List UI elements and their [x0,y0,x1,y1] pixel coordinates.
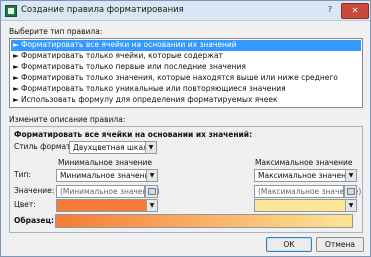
min-value-input[interactable]: (Минимальное значение) [56,185,160,198]
value-label: Значение: [14,186,55,195]
rule-type-item-above-below-average[interactable]: ► Форматировать только значения, которые … [11,73,361,84]
rule-description-label: Измените описание правила: [9,115,126,124]
max-color-picker[interactable]: ▼ [254,199,357,212]
chevron-down-icon: ▼ [345,200,356,211]
ok-button[interactable]: ОК [266,237,312,252]
help-button[interactable]: ? [322,3,338,17]
rule-type-item-label: Форматировать все ячейки на основании их… [21,40,237,49]
chevron-down-icon: ▼ [146,200,157,211]
chevron-down-icon: ▼ [145,142,156,153]
rule-type-item-label: Использовать формулу для определения фор… [21,95,278,104]
max-value-input[interactable]: (Максимальное значение) [254,185,361,198]
arrow-icon: ► [13,62,19,71]
min-color-picker[interactable]: ▼ [56,199,158,212]
rule-type-item-label: Форматировать только уникальные или повт… [21,84,286,93]
max-type-select[interactable]: Максимальное значение ▼ [254,169,357,182]
excel-app-icon [5,5,17,17]
rule-type-item-top-bottom[interactable]: ► Форматировать только первые или последн… [11,62,361,73]
color-label: Цвет: [14,200,36,209]
format-style-value: Двухцветная шкала [73,143,153,152]
rule-type-item-formula[interactable]: ► Использовать формулу для определения фо… [11,95,361,106]
cancel-button[interactable]: Отмена [316,237,364,252]
arrow-icon: ► [13,84,19,93]
format-style-select[interactable]: Двухцветная шкала ▼ [69,141,157,154]
max-type-value: Максимальное значение [258,171,356,180]
rule-type-list[interactable]: ► Форматировать все ячейки на основании и… [9,38,363,108]
rule-type-item-label: Форматировать только ячейки, которые сод… [21,51,223,60]
max-range-picker-icon[interactable] [344,185,357,198]
min-type-select[interactable]: Минимальное значение ▼ [56,169,158,182]
preview-label: Образец: [14,216,55,225]
chevron-down-icon: ▼ [146,170,157,181]
arrow-icon: ► [13,73,19,82]
min-range-picker-icon[interactable] [145,185,158,198]
chevron-down-icon: ▼ [345,170,356,181]
rule-type-item-unique-duplicate[interactable]: ► Форматировать только уникальные или пов… [11,84,361,95]
rule-description-panel: Форматировать все ячейки на основании их… [9,126,363,233]
description-heading: Форматировать все ячейки на основании их… [14,130,253,139]
title-bar: Создание правила форматирования ? ✕ [1,1,370,21]
rule-type-item-label: Форматировать только первые или последни… [21,62,246,71]
arrow-icon: ► [13,40,19,49]
arrow-icon: ► [13,51,19,60]
type-label: Тип: [14,170,31,179]
close-button[interactable]: ✕ [341,3,369,19]
rule-type-item-label: Форматировать только значения, которые н… [21,73,338,82]
color-scale-preview [55,214,353,228]
rule-type-item-contains[interactable]: ► Форматировать только ячейки, которые со… [11,51,361,62]
min-column-header: Минимальное значение [58,158,153,167]
rule-type-label: Выберите тип правила: [9,27,103,36]
min-type-value: Минимальное значение [60,171,155,180]
dialog-title: Создание правила форматирования [21,5,184,15]
max-column-header: Максимальное значение [255,158,353,167]
arrow-icon: ► [13,95,19,104]
dialog-window: Создание правила форматирования ? ✕ Выбе… [0,0,371,257]
rule-type-item-all-cells[interactable]: ► Форматировать все ячейки на основании и… [11,40,361,51]
